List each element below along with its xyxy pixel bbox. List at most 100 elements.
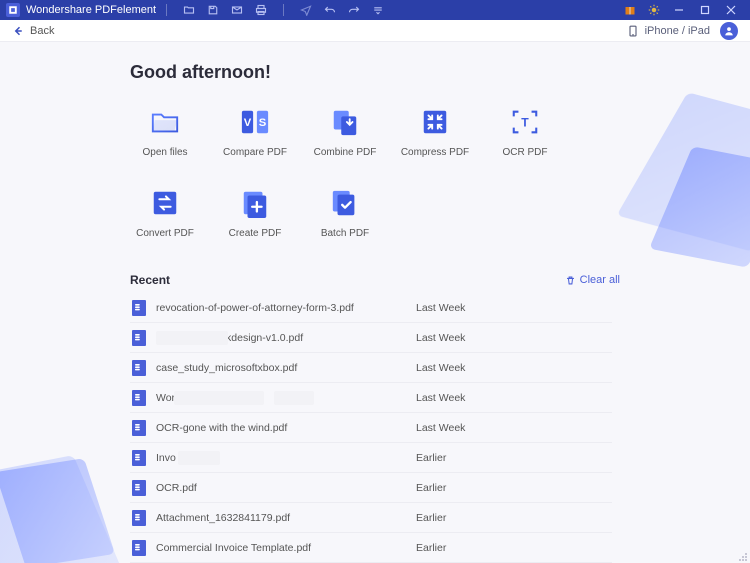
- file-name: Commercial Invoice Template.pdf: [156, 541, 416, 555]
- clear-all-button[interactable]: Clear all: [565, 274, 620, 286]
- file-name: OCR-gone with the wind.pdf: [156, 421, 416, 435]
- divider: [283, 4, 284, 16]
- recent-row[interactable]: Attachment_1632841179.pdfEarlier: [130, 503, 612, 533]
- recent-row[interactable]: Commercial Invoice Template.pdfEarlier: [130, 533, 612, 563]
- action-compare[interactable]: VS Compare PDF: [220, 107, 290, 158]
- decoration-icon: [649, 146, 750, 267]
- file-name: Attachment_1632841179.pdf: [156, 511, 416, 525]
- action-combine[interactable]: Combine PDF: [310, 107, 380, 158]
- action-label: Batch PDF: [321, 228, 369, 239]
- recent-header: Recent Clear all: [130, 273, 620, 287]
- recent-row[interactable]: WorLast Week: [130, 383, 612, 413]
- redo-icon[interactable]: [346, 3, 362, 17]
- file-time: Earlier: [416, 512, 446, 524]
- recent-row[interactable]: 2021BrandBookdesign-v1.0.pdfLast Week: [130, 323, 612, 353]
- file-time: Last Week: [416, 392, 465, 404]
- file-name: case_study_microsoftxbox.pdf: [156, 361, 416, 375]
- file-time: Earlier: [416, 482, 446, 494]
- file-name: 2021BrandBookdesign-v1.0.pdf: [156, 331, 416, 345]
- recent-row[interactable]: OCR.pdfEarlier: [130, 473, 612, 503]
- file-name: Invo 009.pdf: [156, 451, 416, 465]
- combine-icon: [330, 107, 360, 137]
- decoration-icon: [617, 92, 750, 251]
- action-batch[interactable]: Batch PDF: [310, 188, 380, 239]
- file-name: Wor: [156, 391, 416, 405]
- pdf-file-icon: [132, 390, 146, 406]
- back-button[interactable]: Back: [12, 25, 54, 37]
- ocr-icon: T: [510, 107, 540, 137]
- file-name: revocation-of-power-of-attorney-form-3.p…: [156, 301, 416, 315]
- print-icon[interactable]: [253, 3, 269, 17]
- user-icon: [724, 26, 734, 36]
- action-ocr[interactable]: T OCR PDF: [490, 107, 560, 158]
- recent-row[interactable]: revocation-of-power-of-attorney-form-3.p…: [130, 293, 612, 323]
- decoration-icon: [0, 455, 125, 563]
- file-time: Last Week: [416, 362, 465, 374]
- device-link[interactable]: iPhone / iPad: [627, 25, 710, 37]
- batch-icon: [330, 188, 360, 218]
- trash-icon: [565, 275, 576, 286]
- minimize-button[interactable]: [666, 0, 692, 20]
- greeting-heading: Good afternoon!: [130, 62, 620, 83]
- redaction-block: [178, 451, 220, 465]
- action-label: Compare PDF: [223, 147, 287, 158]
- subbar: Back iPhone / iPad: [0, 20, 750, 42]
- pdf-file-icon: [132, 360, 146, 376]
- action-label: Combine PDF: [314, 147, 377, 158]
- action-label: OCR PDF: [503, 147, 548, 158]
- file-name: OCR.pdf: [156, 481, 416, 495]
- quick-access-dropdown-icon[interactable]: [370, 3, 386, 17]
- action-label: Convert PDF: [136, 228, 194, 239]
- send-icon[interactable]: [298, 3, 314, 17]
- recent-row[interactable]: case_study_microsoftxbox.pdfLast Week: [130, 353, 612, 383]
- pdf-file-icon: [132, 300, 146, 316]
- undo-icon[interactable]: [322, 3, 338, 17]
- file-time: Last Week: [416, 332, 465, 344]
- titlebar: Wondershare PDFelement: [0, 0, 750, 20]
- back-label: Back: [30, 25, 54, 37]
- pdf-file-icon: [132, 330, 146, 346]
- save-icon[interactable]: [205, 3, 221, 17]
- file-time: Earlier: [416, 452, 446, 464]
- action-label: Create PDF: [229, 228, 282, 239]
- file-time: Last Week: [416, 422, 465, 434]
- action-convert[interactable]: Convert PDF: [130, 188, 200, 239]
- file-time: Last Week: [416, 302, 465, 314]
- create-icon: [240, 188, 270, 218]
- resize-grip-icon[interactable]: [738, 551, 748, 561]
- open-folder-icon[interactable]: [181, 3, 197, 17]
- user-avatar[interactable]: [720, 22, 738, 40]
- device-label: iPhone / iPad: [645, 25, 710, 37]
- recent-row[interactable]: OCR-gone with the wind.pdfLast Week: [130, 413, 612, 443]
- folder-open-icon: [150, 107, 180, 137]
- recent-list[interactable]: revocation-of-power-of-attorney-form-3.p…: [130, 293, 620, 563]
- gift-icon[interactable]: [622, 3, 638, 17]
- pdf-file-icon: [132, 420, 146, 436]
- app-title: Wondershare PDFelement: [26, 4, 156, 16]
- recent-heading: Recent: [130, 273, 170, 287]
- compare-icon: VS: [240, 107, 270, 137]
- app-logo-icon: [6, 3, 20, 17]
- pdf-file-icon: [132, 540, 146, 556]
- recent-row[interactable]: Invo 009.pdfEarlier: [130, 443, 612, 473]
- action-create[interactable]: Create PDF: [220, 188, 290, 239]
- file-time: Earlier: [416, 542, 446, 554]
- maximize-button[interactable]: [692, 0, 718, 20]
- redaction-block: [174, 391, 264, 405]
- pdf-file-icon: [132, 480, 146, 496]
- mail-icon[interactable]: [229, 3, 245, 17]
- theme-icon[interactable]: [646, 3, 662, 17]
- action-label: Compress PDF: [401, 147, 469, 158]
- svg-text:S: S: [259, 117, 267, 129]
- close-button[interactable]: [718, 0, 744, 20]
- arrow-left-icon: [12, 25, 24, 37]
- action-compress[interactable]: Compress PDF: [400, 107, 470, 158]
- action-label: Open files: [142, 147, 187, 158]
- compress-icon: [420, 107, 450, 137]
- redaction-block: [274, 391, 314, 405]
- redaction-block: [156, 331, 228, 345]
- pdf-file-icon: [132, 510, 146, 526]
- convert-icon: [150, 188, 180, 218]
- pdf-file-icon: [132, 450, 146, 466]
- action-open[interactable]: Open files: [130, 107, 200, 158]
